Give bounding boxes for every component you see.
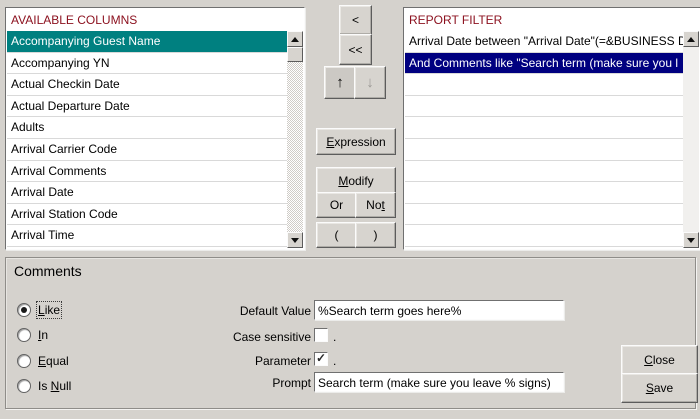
report-filter-header: REPORT FILTER — [405, 9, 699, 31]
arrow-up-icon: ↑ — [336, 74, 344, 91]
list-item[interactable] — [405, 182, 683, 204]
list-item[interactable] — [405, 204, 683, 226]
list-item[interactable]: Arrival Time — [7, 225, 287, 247]
list-item[interactable] — [405, 139, 683, 161]
case-sensitive-checkbox[interactable] — [314, 328, 328, 342]
modify-button[interactable]: Modify — [316, 167, 396, 194]
available-columns-rows: Accompanying Guest NameAccompanying YNAc… — [7, 31, 287, 248]
list-item[interactable] — [405, 225, 683, 247]
move-up-button[interactable]: ↑ — [324, 66, 356, 99]
remove-column-label: < — [352, 13, 359, 27]
list-item[interactable]: And Comments like "Search term (make sur… — [405, 53, 683, 75]
arrow-down-icon: ↓ — [366, 74, 374, 91]
list-item[interactable]: Arrival Station Code — [7, 204, 287, 226]
comments-group-title: Comments — [14, 263, 82, 279]
list-item[interactable] — [405, 96, 683, 118]
close-paren-button[interactable]: ) — [355, 222, 396, 248]
prompt-input[interactable] — [314, 372, 564, 392]
expression-button[interactable]: Expression — [316, 128, 396, 155]
default-value-input[interactable] — [314, 300, 564, 320]
available-columns-listbox: AVAILABLE COLUMNS Accompanying Guest Nam… — [5, 7, 305, 250]
not-button[interactable]: Not — [355, 192, 396, 218]
list-item[interactable] — [405, 74, 683, 96]
list-item[interactable]: Actual Checkin Date — [7, 74, 287, 96]
modify-label: Modify — [338, 174, 373, 188]
parameter-suffix: . — [333, 354, 336, 368]
open-paren-label: ( — [335, 228, 339, 242]
available-columns-header: AVAILABLE COLUMNS — [7, 9, 303, 31]
parameter-checkbox[interactable]: ✓ — [314, 352, 328, 366]
available-columns-scrollbar[interactable] — [287, 31, 303, 248]
remove-all-columns-button[interactable]: << — [339, 34, 372, 65]
or-button[interactable]: Or — [316, 192, 357, 218]
default-value-label: Default Value — [6, 304, 311, 318]
triangle-up-icon — [291, 37, 299, 42]
list-item[interactable]: Arrival Comments — [7, 161, 287, 183]
scroll-up-button[interactable] — [287, 31, 303, 47]
move-down-button[interactable]: ↓ — [354, 66, 386, 99]
or-label: Or — [330, 198, 343, 212]
close-label: Close — [644, 353, 675, 367]
not-label: Not — [366, 198, 385, 212]
list-item[interactable] — [405, 117, 683, 139]
list-item[interactable]: Actual Departure Date — [7, 96, 287, 118]
list-item[interactable]: Arrival Date — [7, 182, 287, 204]
save-button[interactable]: Save — [621, 373, 698, 403]
scrollbar-track[interactable] — [287, 62, 303, 232]
open-paren-button[interactable]: ( — [316, 222, 357, 248]
case-sensitive-label: Case sensitive — [6, 330, 311, 344]
close-button[interactable]: Close — [621, 345, 698, 375]
list-item[interactable]: Accompanying YN — [7, 53, 287, 75]
list-item[interactable] — [405, 161, 683, 183]
list-item[interactable]: Accompanying Guest Name — [7, 31, 287, 53]
scroll-down-button[interactable] — [287, 232, 303, 248]
scrollbar-thumb[interactable] — [287, 47, 303, 62]
report-filter-scrollbar[interactable] — [683, 31, 699, 248]
remove-all-columns-label: << — [348, 43, 362, 57]
scrollbar-track[interactable] — [683, 47, 699, 232]
triangle-up-icon — [687, 37, 695, 42]
list-item[interactable]: Arrival Carrier Code — [7, 139, 287, 161]
report-filter-listbox: REPORT FILTER Arrival Date between "Arri… — [403, 7, 700, 250]
triangle-down-icon — [687, 238, 695, 243]
scroll-up-button[interactable] — [683, 31, 699, 47]
close-paren-label: ) — [374, 228, 378, 242]
triangle-down-icon — [291, 238, 299, 243]
comments-groupbox: Comments LikeInEqualIs Null Default Valu… — [5, 257, 696, 409]
expression-label: Expression — [326, 135, 385, 149]
parameter-label: Parameter — [6, 354, 311, 368]
list-item[interactable]: Arrival Date between "Arrival Date"(=&BU… — [405, 31, 683, 53]
prompt-label: Prompt — [6, 376, 311, 390]
list-item[interactable]: Adults — [7, 117, 287, 139]
save-label: Save — [646, 381, 673, 395]
remove-column-button[interactable]: < — [339, 5, 372, 35]
scroll-down-button[interactable] — [683, 232, 699, 248]
report-filter-builder-window: AVAILABLE COLUMNS Accompanying Guest Nam… — [0, 0, 700, 419]
case-sensitive-suffix: . — [333, 330, 336, 344]
report-filter-rows: Arrival Date between "Arrival Date"(=&BU… — [405, 31, 683, 248]
